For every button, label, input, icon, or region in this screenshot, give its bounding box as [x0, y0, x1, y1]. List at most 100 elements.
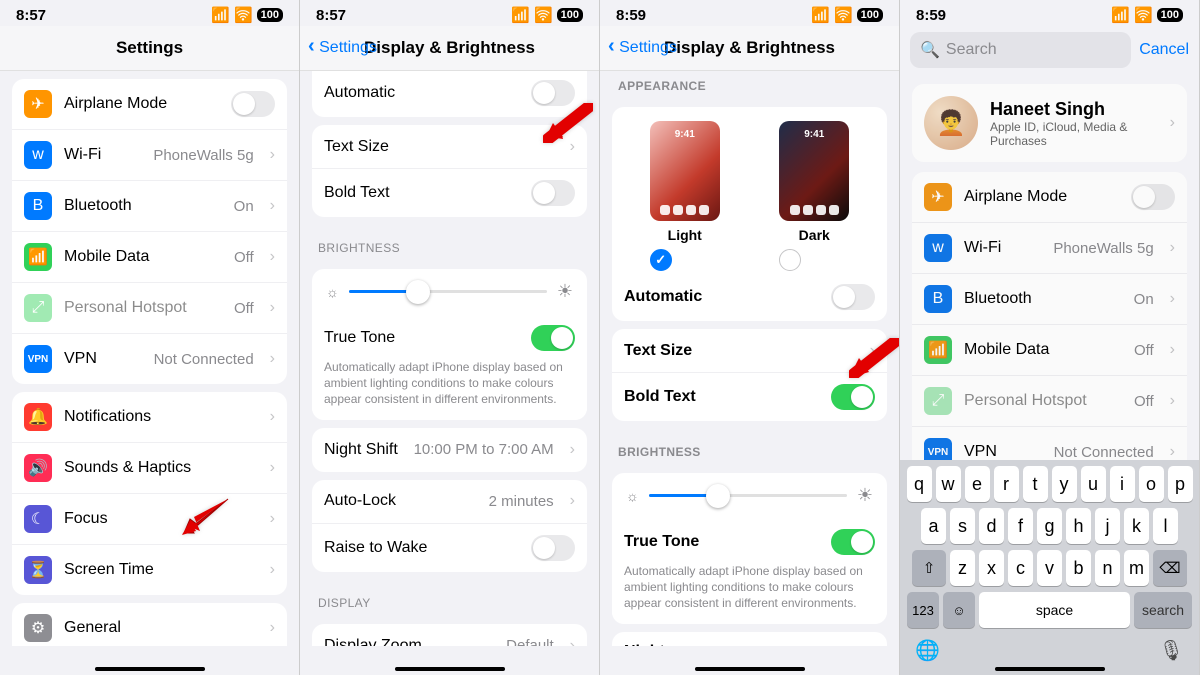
true-tone-switch[interactable]: [531, 325, 575, 351]
bold-text-row[interactable]: Bold Text: [612, 373, 887, 421]
key-g[interactable]: g: [1037, 508, 1062, 544]
key-c[interactable]: c: [1008, 550, 1033, 586]
brightness-slider[interactable]: [649, 494, 847, 497]
settings-row-mobile-data[interactable]: 📶Mobile DataOff›: [912, 325, 1187, 376]
key-f[interactable]: f: [1008, 508, 1033, 544]
settings-row-screen-time[interactable]: ⏳Screen Time›: [12, 545, 287, 595]
key-e[interactable]: e: [965, 466, 990, 502]
brightness-slider[interactable]: [349, 290, 547, 293]
key-u[interactable]: u: [1081, 466, 1106, 502]
mic-icon[interactable]: 🎙: [1159, 638, 1184, 663]
settings-row-airplane-mode[interactable]: ✈︎Airplane Mode: [12, 79, 287, 130]
home-indicator[interactable]: [995, 667, 1105, 671]
raise-to-wake-switch[interactable]: [531, 535, 575, 561]
raise-to-wake-row[interactable]: Raise to Wake: [312, 524, 587, 572]
key-j[interactable]: j: [1095, 508, 1120, 544]
settings-row-mobile-data[interactable]: 📶Mobile DataOff›: [12, 232, 287, 283]
key-k[interactable]: k: [1124, 508, 1149, 544]
key-o[interactable]: o: [1139, 466, 1164, 502]
settings-row-wi-fi[interactable]: ᴡWi-FiPhoneWalls 5g›: [912, 223, 1187, 274]
brightness-header: BRIGHTNESS: [300, 225, 599, 261]
true-tone-switch[interactable]: [831, 529, 875, 555]
appearance-light-option[interactable]: 9:41 Light ✓: [650, 121, 720, 271]
key-m[interactable]: m: [1124, 550, 1149, 586]
brightness-slider-row[interactable]: ☼ ☀︎: [612, 473, 887, 518]
settings-row-notifications[interactable]: 🔔Notifications›: [12, 392, 287, 443]
status-time: 8:59: [616, 7, 646, 24]
settings-row-wi-fi[interactable]: ᴡWi-FiPhoneWalls 5g›: [12, 130, 287, 181]
search-cancel-button[interactable]: Cancel: [1139, 41, 1189, 59]
globe-icon[interactable]: 🌐: [915, 638, 940, 663]
key-h[interactable]: h: [1066, 508, 1091, 544]
text-size-row[interactable]: Text Size ›: [612, 329, 887, 373]
settings-row-vpn[interactable]: VPNVPNNot Connected›: [12, 334, 287, 384]
key-emoji[interactable]: ☺︎: [943, 592, 975, 628]
key-z[interactable]: z: [950, 550, 975, 586]
key-y[interactable]: y: [1052, 466, 1077, 502]
key-t[interactable]: t: [1023, 466, 1048, 502]
settings-row-airplane-mode[interactable]: ✈︎Airplane Mode: [912, 172, 1187, 223]
battery-icon: 100: [557, 8, 583, 22]
home-indicator[interactable]: [695, 667, 805, 671]
key-i[interactable]: i: [1110, 466, 1135, 502]
home-indicator[interactable]: [95, 667, 205, 671]
light-radio[interactable]: ✓: [650, 249, 672, 271]
key-x[interactable]: x: [979, 550, 1004, 586]
automatic-switch[interactable]: [831, 284, 875, 310]
bold-text-switch[interactable]: [831, 384, 875, 410]
back-button[interactable]: ‹ Settings: [608, 38, 677, 57]
bold-text-row[interactable]: Bold Text: [312, 169, 587, 217]
key-v[interactable]: v: [1037, 550, 1062, 586]
airplane-mode-switch[interactable]: [231, 91, 275, 117]
automatic-row[interactable]: Automatic: [312, 71, 587, 117]
cell-icon: 📶: [1111, 6, 1130, 24]
appearance-dark-option[interactable]: 9:41 Dark: [779, 121, 849, 271]
key-shift[interactable]: ⇧: [912, 550, 946, 586]
text-size-row[interactable]: Text Size ›: [312, 125, 587, 169]
key-w[interactable]: w: [936, 466, 961, 502]
chevron-right-icon: ›: [870, 342, 875, 360]
key-search[interactable]: search: [1134, 592, 1192, 628]
display-zoom-row[interactable]: Display Zoom Default ›: [312, 624, 587, 646]
settings-row-bluetooth[interactable]: BBluetoothOn›: [912, 274, 1187, 325]
bold-text-switch[interactable]: [531, 180, 575, 206]
status-icons: 📶 🛜 100: [511, 6, 583, 24]
automatic-row[interactable]: Automatic: [612, 273, 887, 321]
night-shift-value: 10:00 PM to 7:00 AM: [414, 441, 554, 458]
settings-row-bluetooth[interactable]: BBluetoothOn›: [12, 181, 287, 232]
key-a[interactable]: a: [921, 508, 946, 544]
wi-fi-value: PhoneWalls 5g: [1053, 240, 1153, 257]
auto-lock-value: 2 minutes: [489, 493, 554, 510]
automatic-switch[interactable]: [531, 80, 575, 106]
key-l[interactable]: l: [1153, 508, 1178, 544]
night-shift-row[interactable]: Night Shift 10:00 PM to 7:00 AM ›: [312, 428, 587, 472]
settings-row-personal-hotspot[interactable]: ⤢Personal HotspotOff›: [12, 283, 287, 334]
brightness-slider-row[interactable]: ☼ ☀︎: [312, 269, 587, 314]
dark-radio[interactable]: [779, 249, 801, 271]
search-field[interactable]: 🔍 Search: [910, 32, 1131, 68]
key-q[interactable]: q: [907, 466, 932, 502]
auto-lock-row[interactable]: Auto-Lock 2 minutes ›: [312, 480, 587, 524]
key-r[interactable]: r: [994, 466, 1019, 502]
key-b[interactable]: b: [1066, 550, 1091, 586]
key-p[interactable]: p: [1168, 466, 1193, 502]
key-d[interactable]: d: [979, 508, 1004, 544]
back-button[interactable]: ‹ Settings: [308, 38, 377, 57]
settings-row-general[interactable]: ⚙︎General›: [12, 603, 287, 646]
personal-hotspot-value: Off: [234, 300, 254, 317]
key-backspace[interactable]: ⌫: [1153, 550, 1187, 586]
airplane-mode-switch[interactable]: [1131, 184, 1175, 210]
key-space[interactable]: space: [979, 592, 1130, 628]
key-n[interactable]: n: [1095, 550, 1120, 586]
settings-row-personal-hotspot[interactable]: ⤢Personal HotspotOff›: [912, 376, 1187, 427]
profile-row[interactable]: 🧑‍🦱 Haneet Singh Apple ID, iCloud, Media…: [912, 84, 1187, 162]
panel-2-display-brightness: 8:57 📶 🛜 100 ‹ Settings Display & Bright…: [300, 0, 600, 675]
night-shift-row[interactable]: Night Shift 10:00 PM to 7:00 AM ›: [612, 632, 887, 646]
keyboard[interactable]: qwertyuiop asdfghjkl ⇧zxcvbnm⌫ 123 ☺︎ sp…: [900, 460, 1199, 675]
key-s[interactable]: s: [950, 508, 975, 544]
key-123[interactable]: 123: [907, 592, 939, 628]
home-indicator[interactable]: [395, 667, 505, 671]
settings-row-sounds-haptics[interactable]: 🔊Sounds & Haptics›: [12, 443, 287, 494]
settings-row-focus[interactable]: ☾Focus›: [12, 494, 287, 545]
dark-label: Dark: [779, 227, 849, 243]
